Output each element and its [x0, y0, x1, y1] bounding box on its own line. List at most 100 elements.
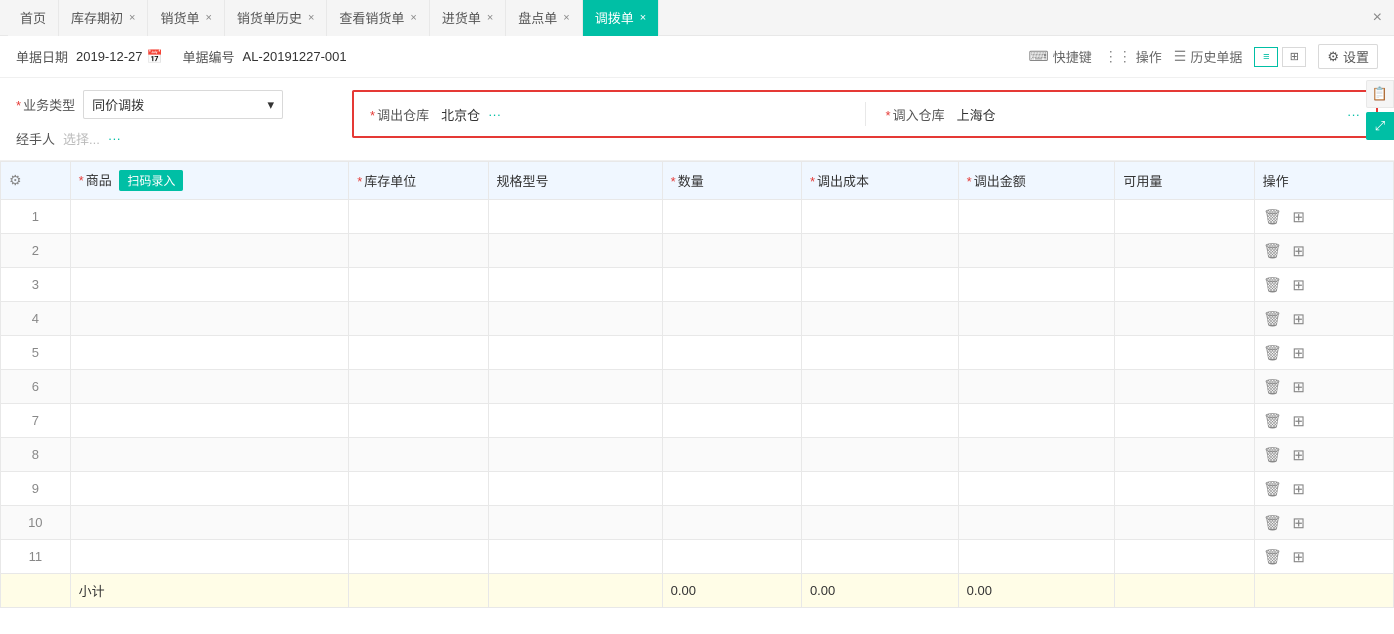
- person-more-icon[interactable]: ···: [108, 131, 121, 146]
- transfer-out-more-icon[interactable]: ···: [488, 107, 501, 122]
- row-available[interactable]: [1115, 472, 1254, 506]
- row-qty[interactable]: [662, 438, 801, 472]
- row-available[interactable]: [1115, 200, 1254, 234]
- row-amount[interactable]: [958, 438, 1115, 472]
- tab-inventory-init-close[interactable]: ×: [129, 12, 135, 24]
- table-settings-icon[interactable]: ⚙: [9, 172, 22, 188]
- row-product[interactable]: [70, 234, 349, 268]
- transfer-in-value[interactable]: 上海仓: [957, 105, 996, 124]
- row-available[interactable]: [1115, 540, 1254, 574]
- row-unit[interactable]: [349, 506, 488, 540]
- tab-sales-history-close[interactable]: ×: [308, 12, 314, 24]
- row-amount[interactable]: [958, 302, 1115, 336]
- side-expand-btn[interactable]: ⤢: [1366, 112, 1394, 140]
- row-product[interactable]: [70, 438, 349, 472]
- row-unit[interactable]: [349, 438, 488, 472]
- business-type-dropdown[interactable]: 同价调拨 ▾: [83, 90, 283, 119]
- row-cost[interactable]: [801, 404, 958, 438]
- copy-row-icon[interactable]: ⊞: [1289, 207, 1309, 227]
- delete-row-icon[interactable]: 🗑: [1263, 207, 1283, 227]
- copy-row-icon[interactable]: ⊞: [1289, 445, 1309, 465]
- row-cost[interactable]: [801, 200, 958, 234]
- row-spec[interactable]: [488, 268, 662, 302]
- row-cost[interactable]: [801, 336, 958, 370]
- row-spec[interactable]: [488, 302, 662, 336]
- tab-sales[interactable]: 销货单 ×: [148, 0, 224, 36]
- tab-bar-close-btn[interactable]: ×: [1373, 9, 1382, 27]
- tab-inventory-init[interactable]: 库存期初 ×: [59, 0, 148, 36]
- tab-stocktake[interactable]: 盘点单 ×: [506, 0, 582, 36]
- settings-btn[interactable]: ⚙ 设置: [1318, 44, 1378, 69]
- row-spec[interactable]: [488, 336, 662, 370]
- tab-purchase-close[interactable]: ×: [487, 12, 493, 24]
- row-available[interactable]: [1115, 268, 1254, 302]
- tab-view-sales-close[interactable]: ×: [410, 12, 416, 24]
- ops-btn[interactable]: ⋮⋮ 操作: [1104, 47, 1162, 66]
- shortcut-btn[interactable]: ⌨ 快捷键: [1029, 47, 1092, 66]
- copy-row-icon[interactable]: ⊞: [1289, 547, 1309, 567]
- delete-row-icon[interactable]: 🗑: [1263, 445, 1283, 465]
- delete-row-icon[interactable]: 🗑: [1263, 513, 1283, 533]
- tab-view-sales[interactable]: 查看销货单 ×: [327, 0, 429, 36]
- side-notes-btn[interactable]: 📋: [1366, 80, 1394, 108]
- calendar-icon[interactable]: 📅: [147, 49, 163, 65]
- row-spec[interactable]: [488, 234, 662, 268]
- row-unit[interactable]: [349, 472, 488, 506]
- row-product[interactable]: [70, 404, 349, 438]
- row-available[interactable]: [1115, 404, 1254, 438]
- date-value[interactable]: 2019-12-27: [76, 49, 143, 64]
- row-product[interactable]: [70, 540, 349, 574]
- row-spec[interactable]: [488, 540, 662, 574]
- row-cost[interactable]: [801, 302, 958, 336]
- row-available[interactable]: [1115, 370, 1254, 404]
- col-settings-header[interactable]: ⚙: [1, 162, 71, 200]
- row-unit[interactable]: [349, 404, 488, 438]
- tab-sales-history[interactable]: 销货单历史 ×: [225, 0, 327, 36]
- row-spec[interactable]: [488, 438, 662, 472]
- history-btn[interactable]: ☰ 历史单据: [1174, 47, 1243, 66]
- delete-row-icon[interactable]: 🗑: [1263, 479, 1283, 499]
- row-amount[interactable]: [958, 268, 1115, 302]
- row-amount[interactable]: [958, 404, 1115, 438]
- row-available[interactable]: [1115, 302, 1254, 336]
- row-available[interactable]: [1115, 506, 1254, 540]
- copy-row-icon[interactable]: ⊞: [1289, 275, 1309, 295]
- row-qty[interactable]: [662, 200, 801, 234]
- delete-row-icon[interactable]: 🗑: [1263, 411, 1283, 431]
- tab-stocktake-close[interactable]: ×: [563, 12, 569, 24]
- tab-home[interactable]: 首页: [8, 0, 59, 36]
- row-unit[interactable]: [349, 268, 488, 302]
- copy-row-icon[interactable]: ⊞: [1289, 241, 1309, 261]
- delete-row-icon[interactable]: 🗑: [1263, 241, 1283, 261]
- row-cost[interactable]: [801, 234, 958, 268]
- row-qty[interactable]: [662, 268, 801, 302]
- row-qty[interactable]: [662, 404, 801, 438]
- row-unit[interactable]: [349, 200, 488, 234]
- person-select[interactable]: 选择...: [63, 129, 100, 148]
- row-cost[interactable]: [801, 268, 958, 302]
- tab-sales-close[interactable]: ×: [205, 12, 211, 24]
- row-qty[interactable]: [662, 336, 801, 370]
- copy-row-icon[interactable]: ⊞: [1289, 513, 1309, 533]
- delete-row-icon[interactable]: 🗑: [1263, 275, 1283, 295]
- row-product[interactable]: [70, 472, 349, 506]
- layout-list-btn[interactable]: ≡: [1254, 47, 1278, 67]
- row-cost[interactable]: [801, 370, 958, 404]
- row-available[interactable]: [1115, 234, 1254, 268]
- row-qty[interactable]: [662, 540, 801, 574]
- transfer-in-more-icon[interactable]: ···: [1347, 107, 1360, 122]
- row-qty[interactable]: [662, 370, 801, 404]
- row-product[interactable]: [70, 370, 349, 404]
- row-available[interactable]: [1115, 336, 1254, 370]
- copy-row-icon[interactable]: ⊞: [1289, 479, 1309, 499]
- delete-row-icon[interactable]: 🗑: [1263, 309, 1283, 329]
- row-amount[interactable]: [958, 472, 1115, 506]
- row-spec[interactable]: [488, 370, 662, 404]
- row-cost[interactable]: [801, 438, 958, 472]
- row-qty[interactable]: [662, 506, 801, 540]
- row-spec[interactable]: [488, 404, 662, 438]
- row-qty[interactable]: [662, 472, 801, 506]
- tab-purchase[interactable]: 进货单 ×: [430, 0, 506, 36]
- row-product[interactable]: [70, 302, 349, 336]
- row-unit[interactable]: [349, 370, 488, 404]
